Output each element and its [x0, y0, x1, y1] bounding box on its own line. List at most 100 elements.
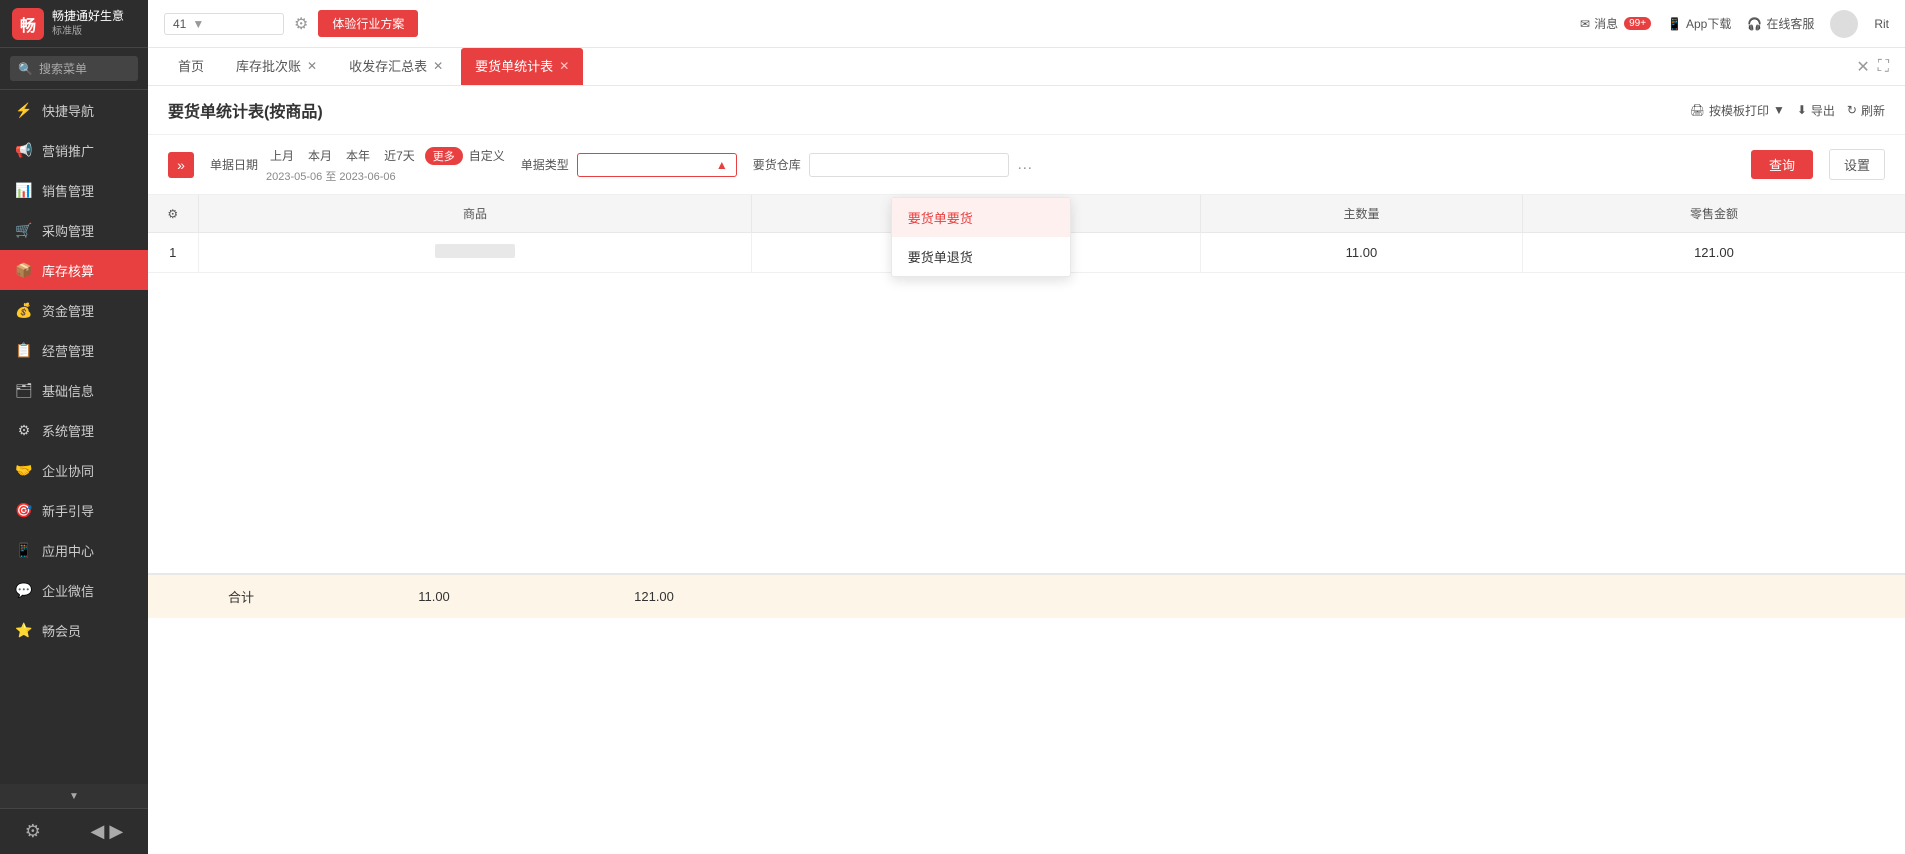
sidebar-item-system[interactable]: ⚙ 系统管理 — [0, 410, 148, 450]
user-avatar[interactable] — [1830, 10, 1858, 38]
app-download-button[interactable]: 📱 App下载 — [1667, 15, 1731, 32]
online-service-label: 在线客服 — [1766, 15, 1814, 32]
date-btn-more[interactable]: 更多 — [425, 147, 463, 165]
sidebar-item-operations[interactable]: 📋 经营管理 — [0, 330, 148, 370]
table-settings-button[interactable]: 设置 — [1829, 149, 1885, 180]
column-settings-icon[interactable]: ⚙ — [167, 207, 178, 221]
sidebar-item-quick-nav[interactable]: ⚡ 快捷导航 — [0, 90, 148, 130]
wechat-icon: 💬 — [14, 580, 34, 600]
topbar-gear-icon[interactable]: ⚙ — [294, 14, 308, 34]
tab-inventory-batch[interactable]: 库存批次账 ✕ — [222, 48, 331, 85]
filter-expand-button[interactable]: » — [168, 152, 194, 178]
sidebar: 畅 畅捷通好生意 标准版 🔍 搜索菜单 ⚡ 快捷导航 📢 营销推广 📊 销售管理… — [0, 0, 148, 854]
type-dropdown-popup: 要货单要货 要货单退货 — [891, 197, 1071, 277]
topbar: 41 ▼ ⚙ 体验行业方案 ✉ 消息 99+ 📱 App下载 🎧 在线客服 Ri… — [148, 0, 1905, 48]
tab-receivable-summary[interactable]: 收发存汇总表 ✕ — [335, 48, 457, 85]
sidebar-item-label: 快捷导航 — [42, 101, 94, 120]
sidebar-scroll-down[interactable]: ▼ — [0, 784, 148, 808]
col-amount: 零售金额 — [1522, 195, 1905, 233]
sidebar-item-marketing[interactable]: 📢 营销推广 — [0, 130, 148, 170]
tab-inventory-batch-close[interactable]: ✕ — [307, 59, 317, 73]
online-service-button[interactable]: 🎧 在线客服 — [1747, 15, 1814, 32]
tab-home[interactable]: 首页 — [164, 48, 218, 85]
sidebar-item-basic-info[interactable]: 🗂 基础信息 — [0, 370, 148, 410]
sidebar-item-app-center[interactable]: 📱 应用中心 — [0, 530, 148, 570]
tab-order-stats[interactable]: 要货单统计表 ✕ — [461, 48, 583, 85]
app-center-icon: 📱 — [14, 540, 34, 560]
guide-icon: 🎯 — [14, 500, 34, 520]
system-icon: ⚙ — [14, 420, 34, 440]
refresh-icon: ↻ — [1847, 103, 1857, 117]
search-icon: 🔍 — [18, 62, 33, 76]
sidebar-item-label: 畅会员 — [42, 621, 81, 640]
filter-warehouse-group: 要货仓库 … — [753, 153, 1033, 177]
tab-order-stats-label: 要货单统计表 — [475, 56, 553, 75]
headset-icon: 🎧 — [1747, 17, 1762, 31]
sidebar-item-guide[interactable]: 🎯 新手引导 — [0, 490, 148, 530]
print-icon: 🖨 — [1690, 103, 1705, 117]
col-quantity: 主数量 — [1201, 195, 1523, 233]
sidebar-item-label: 基础信息 — [42, 381, 94, 400]
sidebar-item-label: 应用中心 — [42, 541, 94, 560]
sidebar-item-cooperation[interactable]: 🤝 企业协同 — [0, 450, 148, 490]
notification-button[interactable]: ✉ 消息 99+ — [1580, 15, 1651, 32]
sidebar-collapse-button[interactable]: ◀ ▶ — [83, 817, 132, 846]
col-settings[interactable]: ⚙ — [148, 195, 198, 233]
print-template-button[interactable]: 🖨 按模板打印 ▼ — [1690, 102, 1785, 119]
warehouse-input[interactable] — [809, 153, 1009, 177]
quick-nav-icon: ⚡ — [14, 100, 34, 120]
sidebar-settings-button[interactable]: ⚙ — [17, 817, 49, 846]
search-label: 搜索菜单 — [39, 60, 87, 77]
refresh-button[interactable]: ↻ 刷新 — [1847, 102, 1885, 119]
member-icon: ⭐ — [14, 620, 34, 640]
trial-button[interactable]: 体验行业方案 — [318, 10, 418, 37]
dropdown-item-order-return[interactable]: 要货单退货 — [892, 237, 1070, 276]
sidebar-item-member[interactable]: ⭐ 畅会员 — [0, 610, 148, 650]
tabbar-extra: ✕ ⛶ — [1856, 57, 1889, 77]
finance-icon: 💰 — [14, 300, 34, 320]
topbar-right: ✉ 消息 99+ 📱 App下载 🎧 在线客服 Rit — [1580, 10, 1889, 38]
filter-date-group: 单据日期 上月 本月 本年 近7天 更多 自定义 2023-05-06 至 20… — [210, 145, 505, 184]
filter-bar: » 单据日期 上月 本月 本年 近7天 更多 自定义 2023-05-06 — [148, 135, 1905, 195]
tab-home-label: 首页 — [178, 56, 204, 75]
inventory-icon: 📦 — [14, 260, 34, 280]
expand-icon: » — [177, 157, 185, 173]
sidebar-item-finance[interactable]: 💰 资金管理 — [0, 290, 148, 330]
sidebar-item-inventory[interactable]: 📦 库存核算 — [0, 250, 148, 290]
sidebar-item-sales[interactable]: 📊 销售管理 — [0, 170, 148, 210]
tab-receivable-summary-close[interactable]: ✕ — [433, 59, 443, 73]
page-header: 要货单统计表(按商品) 🖨 按模板打印 ▼ ⬇ 导出 ↻ 刷新 — [148, 86, 1905, 135]
dropdown-item-order-goods[interactable]: 要货单要货 — [892, 198, 1070, 237]
tab-close-all-icon[interactable]: ✕ — [1856, 57, 1869, 77]
sidebar-item-purchase[interactable]: 🛒 采购管理 — [0, 210, 148, 250]
basic-info-icon: 🗂 — [14, 380, 34, 400]
sidebar-item-label: 营销推广 — [42, 141, 94, 160]
date-btn-this-year[interactable]: 本年 — [342, 145, 374, 166]
filter-more-icon[interactable]: … — [1017, 156, 1033, 174]
type-input[interactable]: ▲ — [577, 153, 737, 177]
cell-index: 1 — [148, 233, 198, 273]
tab-inventory-batch-label: 库存批次账 — [236, 56, 301, 75]
sidebar-item-label: 采购管理 — [42, 221, 94, 240]
sidebar-logo: 畅 — [12, 8, 44, 40]
date-btn-this-month[interactable]: 本月 — [304, 145, 336, 166]
export-button[interactable]: ⬇ 导出 — [1797, 102, 1835, 119]
sidebar-search-button[interactable]: 🔍 搜索菜单 — [10, 56, 138, 81]
date-btn-last-7days[interactable]: 近7天 — [380, 145, 419, 166]
sidebar-item-wechat[interactable]: 💬 企业微信 — [0, 570, 148, 610]
sales-icon: 📊 — [14, 180, 34, 200]
table-footer: 合计 11.00 121.00 — [148, 573, 1905, 618]
company-dropdown[interactable]: 41 ▼ — [164, 13, 284, 35]
app-download-icon: 📱 — [1667, 17, 1682, 31]
date-col: 上月 本月 本年 近7天 更多 自定义 2023-05-06 至 2023-06… — [266, 145, 505, 184]
tab-order-stats-close[interactable]: ✕ — [559, 59, 569, 73]
tab-expand-icon[interactable]: ⛶ — [1878, 58, 1889, 76]
date-custom-btn[interactable]: 自定义 — [469, 147, 505, 164]
query-button[interactable]: 查询 — [1751, 150, 1813, 179]
date-label: 单据日期 — [210, 156, 258, 173]
total-quantity: 11.00 — [374, 589, 494, 604]
date-btn-last-month[interactable]: 上月 — [266, 145, 298, 166]
main-area: 41 ▼ ⚙ 体验行业方案 ✉ 消息 99+ 📱 App下载 🎧 在线客服 Ri… — [148, 0, 1905, 854]
refresh-label: 刷新 — [1861, 102, 1885, 119]
sidebar-item-label: 新手引导 — [42, 501, 94, 520]
